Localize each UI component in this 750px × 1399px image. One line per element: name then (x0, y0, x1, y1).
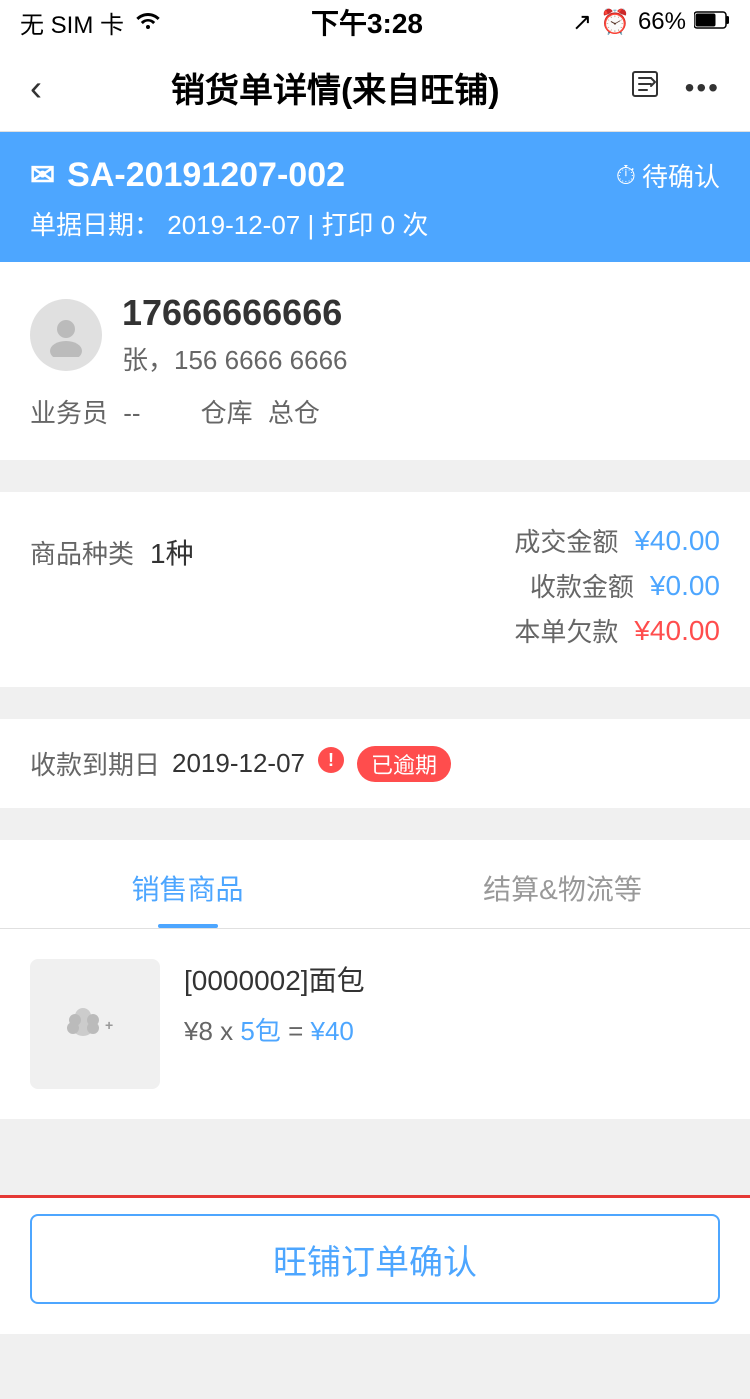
confirm-button[interactable]: 旺铺订单确认 (30, 1214, 720, 1304)
warehouse-label: 仓库 总仓 (201, 393, 320, 430)
customer-phone: 17666666666 (122, 292, 348, 334)
due-section: 收款到期日 2019-12-07 ! 已逾期 (0, 719, 750, 808)
item-type-label: 商品种类 (30, 534, 134, 571)
summary-section: 商品种类 1种 成交金额 ¥40.00 收款金额 ¥0.00 本单欠款 ¥40.… (0, 492, 750, 687)
product-section: + [0000002]面包 ¥8 x 5包 = ¥40 (0, 929, 750, 1119)
page-title: 销货单详情(来自旺铺) (171, 63, 500, 112)
owed-label: 本单欠款 (514, 612, 618, 649)
order-status: ⏱ 待确认 (616, 157, 720, 194)
svg-text:+: + (105, 1017, 113, 1033)
item-type-value: 1种 (150, 532, 194, 572)
overdue-badge: 已逾期 (357, 746, 451, 782)
export-icon[interactable] (629, 68, 661, 108)
warning-icon: ! (317, 746, 345, 781)
divider-3 (0, 808, 750, 824)
svg-text:!: ! (328, 750, 334, 770)
tabs-section: 销售商品 结算&物流等 (0, 840, 750, 929)
tab-settlement[interactable]: 结算&物流等 (375, 840, 750, 928)
due-date-label: 收款到期日 (30, 745, 160, 782)
more-icon[interactable]: ••• (685, 72, 720, 104)
back-button[interactable]: ‹ (30, 67, 42, 109)
product-name: [0000002]面包 (184, 959, 720, 999)
no-sim-label: 无 SIM 卡 (20, 5, 124, 40)
battery-label: 66% (638, 8, 686, 36)
order-date: 单据日期： 2019-12-07 | 打印 0 次 (30, 205, 720, 242)
nav-bar: ‹ 销货单详情(来自旺铺) ••• (0, 44, 750, 132)
owed-value: ¥40.00 (634, 615, 720, 647)
order-header: ✉ SA-20191207-002 ⏱ 待确认 单据日期： 2019-12-07… (0, 132, 750, 262)
location-icon: ↗ (572, 8, 592, 37)
clock-icon: ⏱ (616, 160, 636, 192)
nav-actions: ••• (629, 68, 720, 108)
received-label: 收款金额 (530, 567, 634, 604)
order-id: ✉ SA-20191207-002 (30, 156, 345, 195)
due-date-value: 2019-12-07 (172, 748, 305, 779)
product-thumbnail: + (30, 959, 160, 1089)
product-price: ¥8 x 5包 = ¥40 (184, 1011, 720, 1048)
status-right: ↗ ⏰ 66% (572, 8, 730, 37)
customer-meta: 业务员 -- 仓库 总仓 (30, 393, 720, 430)
avatar (30, 299, 102, 371)
summary-left: 商品种类 1种 (30, 522, 194, 572)
product-info: [0000002]面包 ¥8 x 5包 = ¥40 (184, 959, 720, 1048)
received-value: ¥0.00 (650, 570, 720, 602)
divider-1 (0, 460, 750, 476)
customer-section: 17666666666 张，156 6666 6666 业务员 -- 仓库 总仓 (0, 262, 750, 460)
summary-right: 成交金额 ¥40.00 收款金额 ¥0.00 本单欠款 ¥40.00 (514, 522, 720, 657)
deal-amount-label: 成交金额 (514, 522, 618, 559)
message-icon: ✉ (30, 158, 55, 193)
alarm-icon: ⏰ (600, 8, 630, 37)
status-bar: 无 SIM 卡 下午3:28 ↗ ⏰ 66% (0, 0, 750, 44)
status-left: 无 SIM 卡 (20, 5, 162, 40)
divider-2 (0, 687, 750, 703)
status-time: 下午3:28 (311, 2, 423, 42)
tab-sales-products[interactable]: 销售商品 (0, 840, 375, 928)
sales-label: 业务员 -- (30, 393, 141, 430)
bottom-bar: 旺铺订单确认 (0, 1195, 750, 1334)
deal-amount-value: ¥40.00 (634, 525, 720, 557)
customer-name: 张，156 6666 6666 (122, 340, 348, 377)
wifi-icon (134, 8, 162, 36)
battery-icon (694, 8, 730, 36)
